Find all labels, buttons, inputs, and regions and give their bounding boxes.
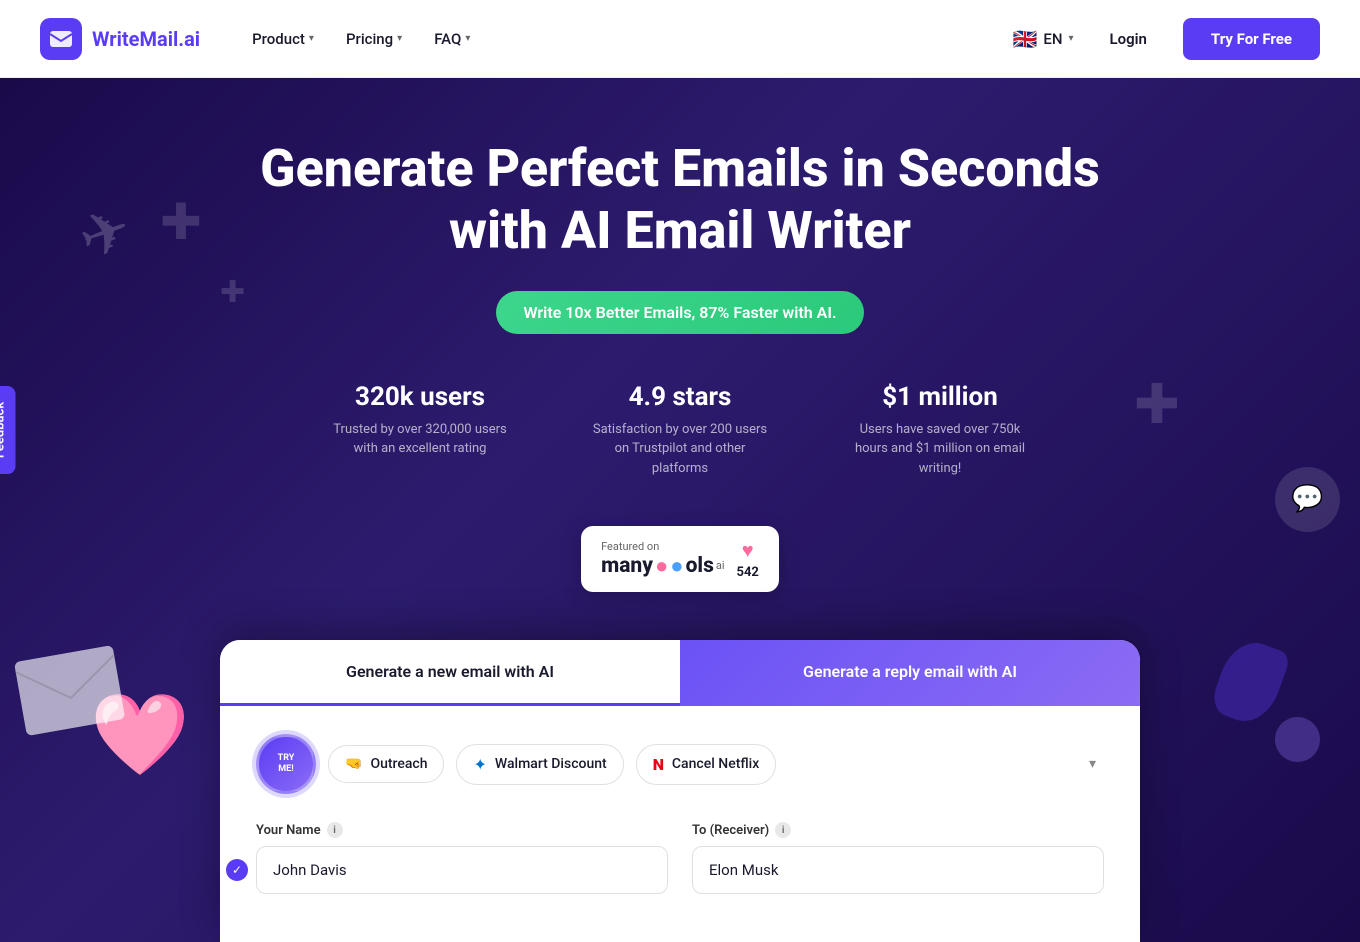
deco-circle-icon bbox=[1275, 717, 1320, 762]
hero-section: ✚ ✚ ✚ ✈ 🩷 💬 Generate Perfect Emails in S… bbox=[0, 78, 1360, 942]
stat-users: 320k users Trusted by over 320,000 users… bbox=[330, 382, 510, 479]
card-tabs: Generate a new email with AI Generate a … bbox=[220, 640, 1140, 706]
manytools-rating: ♥ 542 bbox=[737, 538, 759, 580]
deco-cross-icon: ✚ bbox=[160, 198, 202, 248]
stat-savings-value: $1 million bbox=[850, 382, 1030, 412]
chip-walmart[interactable]: ✦ Walmart Discount bbox=[456, 744, 623, 785]
navbar: WriteMail.ai Product ▾ Pricing ▾ FAQ ▾ 🇬… bbox=[0, 0, 1360, 78]
login-button[interactable]: Login bbox=[1094, 22, 1163, 56]
email-generator-card: Generate a new email with AI Generate a … bbox=[220, 640, 1140, 942]
try-me-badge: TRY ME! bbox=[256, 734, 316, 794]
nav-product[interactable]: Product ▾ bbox=[240, 22, 326, 56]
flag-icon: 🇬🇧 bbox=[1012, 27, 1037, 51]
logo[interactable]: WriteMail.ai bbox=[40, 18, 200, 60]
form-row-names: Your Name i ✓ To (Receiver) i bbox=[256, 822, 1104, 894]
nav-faq[interactable]: FAQ ▾ bbox=[422, 22, 482, 56]
language-code: EN bbox=[1043, 30, 1062, 48]
stat-stars: 4.9 stars Satisfaction by over 200 users… bbox=[590, 382, 770, 479]
netflix-icon: N bbox=[653, 755, 664, 774]
tab-new-email[interactable]: Generate a new email with AI bbox=[220, 640, 680, 706]
manytools-badge[interactable]: Featured on many ● ● ols ai ♥ 542 bbox=[581, 526, 779, 592]
chip-netflix[interactable]: N Cancel Netflix bbox=[636, 744, 777, 785]
chevron-down-icon: ▾ bbox=[309, 33, 314, 44]
tab-reply-email[interactable]: Generate a reply email with AI bbox=[680, 640, 1140, 706]
feedback-tab[interactable]: Feedback bbox=[0, 385, 16, 473]
your-name-input-wrapper: ✓ bbox=[256, 846, 668, 894]
stat-users-value: 320k users bbox=[330, 382, 510, 412]
heart-icon: ♥ bbox=[742, 538, 754, 563]
card-body: TRY ME! 🤜 Outreach ✦ Walmart Discount N … bbox=[220, 706, 1140, 942]
try-free-button[interactable]: Try For Free bbox=[1183, 18, 1320, 60]
more-chips-button[interactable]: ▾ bbox=[1081, 748, 1104, 780]
airplane-icon: ✈ bbox=[69, 192, 141, 276]
chat-icon[interactable]: 💬 bbox=[1275, 467, 1340, 532]
nav-links: Product ▾ Pricing ▾ FAQ ▾ bbox=[240, 22, 482, 56]
logo-icon bbox=[40, 18, 82, 60]
manytools-dot-blue-icon: ● bbox=[670, 553, 683, 579]
nav-pricing[interactable]: Pricing ▾ bbox=[334, 22, 414, 56]
chevron-down-icon: ▾ bbox=[397, 33, 402, 44]
hero-badge: Write 10x Better Emails, 87% Faster with… bbox=[496, 291, 865, 334]
navbar-left: WriteMail.ai Product ▾ Pricing ▾ FAQ ▾ bbox=[40, 18, 482, 60]
chevron-down-icon: ▾ bbox=[465, 33, 470, 44]
check-icon: ✓ bbox=[226, 859, 248, 881]
stat-savings: $1 million Users have saved over 750k ho… bbox=[850, 382, 1030, 479]
deco-cross-icon: ✚ bbox=[1134, 378, 1180, 433]
walmart-icon: ✦ bbox=[473, 755, 486, 774]
language-selector[interactable]: 🇬🇧 EN ▾ bbox=[1012, 27, 1073, 51]
stat-users-desc: Trusted by over 320,000 users with an ex… bbox=[330, 420, 510, 459]
chevron-down-icon: ▾ bbox=[1068, 33, 1073, 44]
manytools-logo: many ● ● ols ai bbox=[601, 553, 724, 579]
receiver-input[interactable] bbox=[692, 846, 1104, 894]
chip-outreach[interactable]: 🤜 Outreach bbox=[328, 745, 444, 783]
stat-stars-desc: Satisfaction by over 200 users on Trustp… bbox=[590, 420, 770, 479]
logo-text: WriteMail.ai bbox=[92, 27, 200, 51]
receiver-info-icon[interactable]: i bbox=[775, 822, 791, 838]
chips-row: TRY ME! 🤜 Outreach ✦ Walmart Discount N … bbox=[256, 734, 1104, 794]
your-name-input[interactable] bbox=[256, 846, 668, 894]
form-field-receiver: To (Receiver) i bbox=[692, 822, 1104, 894]
receiver-input-wrapper bbox=[692, 846, 1104, 894]
deco-cross-icon: ✚ bbox=[220, 278, 245, 308]
outreach-emoji-icon: 🤜 bbox=[345, 756, 362, 772]
stat-stars-value: 4.9 stars bbox=[590, 382, 770, 412]
hero-stats: 320k users Trusted by over 320,000 users… bbox=[330, 382, 1030, 479]
stat-savings-desc: Users have saved over 750k hours and $1 … bbox=[850, 420, 1030, 479]
navbar-right: 🇬🇧 EN ▾ Login Try For Free bbox=[1012, 18, 1320, 60]
manytools-dot-pink-icon: ● bbox=[655, 553, 668, 579]
receiver-label: To (Receiver) i bbox=[692, 822, 1104, 838]
your-name-label: Your Name i bbox=[256, 822, 668, 838]
deco-blob-icon bbox=[1208, 634, 1292, 730]
manytools-featured-label: Featured on many ● ● ols ai bbox=[601, 540, 724, 579]
your-name-info-icon[interactable]: i bbox=[327, 822, 343, 838]
hero-title: Generate Perfect Emails in Seconds with … bbox=[230, 138, 1130, 263]
form-field-your-name: Your Name i ✓ bbox=[256, 822, 668, 894]
